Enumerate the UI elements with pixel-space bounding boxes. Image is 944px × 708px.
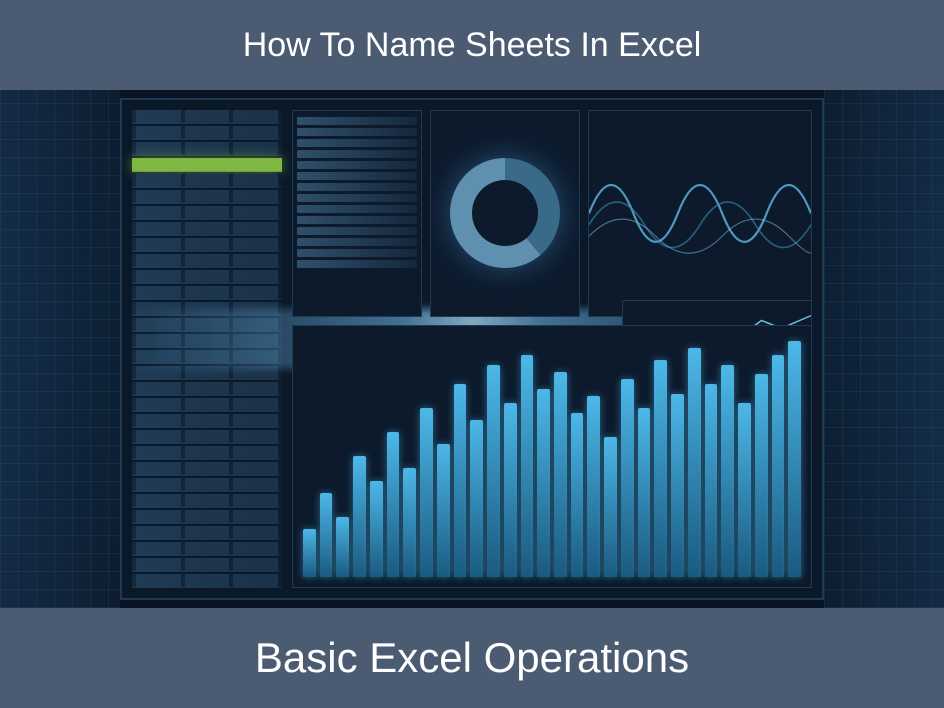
- waveform-widget: [588, 110, 812, 317]
- highlighted-row: [132, 158, 282, 172]
- grid-lines-icon: [824, 90, 944, 608]
- bottom-title: Basic Excel Operations: [255, 634, 689, 682]
- waveform-icon: [589, 111, 811, 316]
- donut-chart-widget: [430, 110, 580, 317]
- top-title: How To Name Sheets In Excel: [243, 26, 702, 65]
- top-banner: How To Name Sheets In Excel: [0, 0, 944, 90]
- dashboard-panel: [120, 98, 824, 600]
- bottom-banner: Basic Excel Operations: [0, 608, 944, 708]
- grid-lines-icon: [0, 90, 120, 608]
- bar-chart-widget: [292, 325, 812, 588]
- dashboard-main: [292, 110, 812, 588]
- perspective-grid-right: [824, 90, 944, 608]
- top-widgets: [292, 110, 812, 317]
- perspective-grid-left: [0, 90, 120, 608]
- spreadsheet-rows: [132, 110, 282, 588]
- donut-chart-icon: [450, 158, 560, 268]
- hero-image: [0, 90, 944, 608]
- list-widget: [292, 110, 422, 317]
